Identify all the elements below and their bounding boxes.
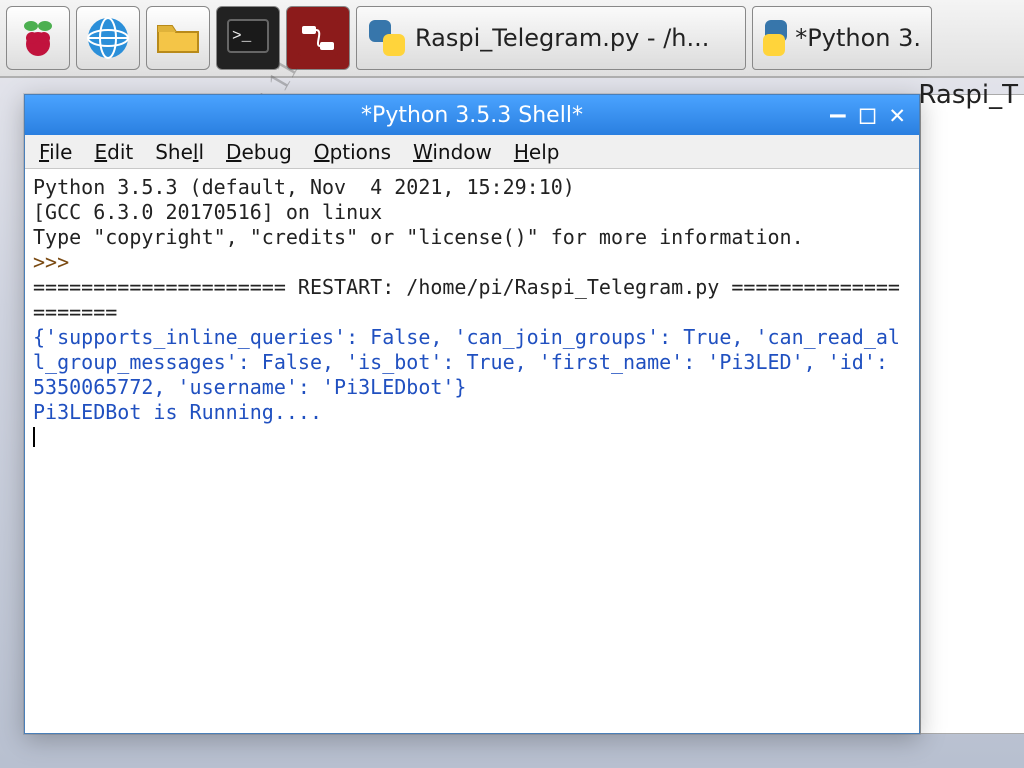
shell-output-dict: {'supports_inline_queries': False, 'can_… [33, 325, 900, 399]
file-manager-launcher[interactable] [146, 6, 210, 70]
window-controls: – □ ✕ [830, 102, 919, 128]
menu-window[interactable]: Window [413, 140, 492, 164]
terminal-launcher[interactable]: >_ [216, 6, 280, 70]
menu-help[interactable]: Help [514, 140, 560, 164]
browser-launcher[interactable] [76, 6, 140, 70]
folder-icon [154, 14, 202, 62]
python-icon [763, 18, 787, 58]
menu-options[interactable]: Options [314, 140, 391, 164]
shell-prompt: >>> [33, 250, 81, 274]
taskbar: >_ Raspi_Telegram.py - /h... *Python 3. [0, 0, 1024, 78]
shell-restart-banner: ===================== RESTART: /home/pi/… [33, 275, 900, 324]
window-titlebar[interactable]: *Python 3.5.3 Shell* – □ ✕ [25, 95, 919, 135]
shell-banner-line3: Type "copyright", "credits" or "license(… [33, 225, 804, 249]
menu-file[interactable]: File [39, 140, 72, 164]
menu-shell[interactable]: Shell [155, 140, 204, 164]
shell-banner-line2: [GCC 6.3.0 20170516] on linux [33, 200, 382, 224]
task-label: Raspi_Telegram.py - /h... [415, 24, 709, 52]
shell-banner-line1: Python 3.5.3 (default, Nov 4 2021, 15:29… [33, 175, 575, 199]
python-shell-window: *Python 3.5.3 Shell* – □ ✕ File Edit She… [24, 94, 920, 734]
background-editor-window [920, 94, 1024, 734]
shell-output[interactable]: Python 3.5.3 (default, Nov 4 2021, 15:29… [25, 169, 919, 733]
maximize-button[interactable]: □ [860, 102, 876, 128]
overflow-task-label: Raspi_T [918, 80, 1018, 110]
app-menu-button[interactable] [6, 6, 70, 70]
minimize-button[interactable]: – [830, 102, 846, 128]
task-label: *Python 3. [795, 24, 921, 52]
node-red-launcher[interactable] [286, 6, 350, 70]
node-red-icon [294, 14, 342, 62]
taskbar-task-editor[interactable]: Raspi_Telegram.py - /h... [356, 6, 746, 70]
menu-bar: File Edit Shell Debug Options Window Hel… [25, 135, 919, 169]
close-button[interactable]: ✕ [889, 102, 905, 128]
menu-edit[interactable]: Edit [94, 140, 133, 164]
globe-icon [84, 14, 132, 62]
window-title: *Python 3.5.3 Shell* [361, 103, 583, 128]
menu-debug[interactable]: Debug [226, 140, 292, 164]
shell-output-running: Pi3LEDBot is Running.... [33, 400, 322, 424]
python-icon [367, 18, 407, 58]
svg-text:>_: >_ [232, 27, 252, 45]
terminal-icon: >_ [224, 14, 272, 62]
text-caret [33, 427, 35, 447]
raspberry-icon [14, 14, 62, 62]
taskbar-task-shell[interactable]: *Python 3. [752, 6, 932, 70]
